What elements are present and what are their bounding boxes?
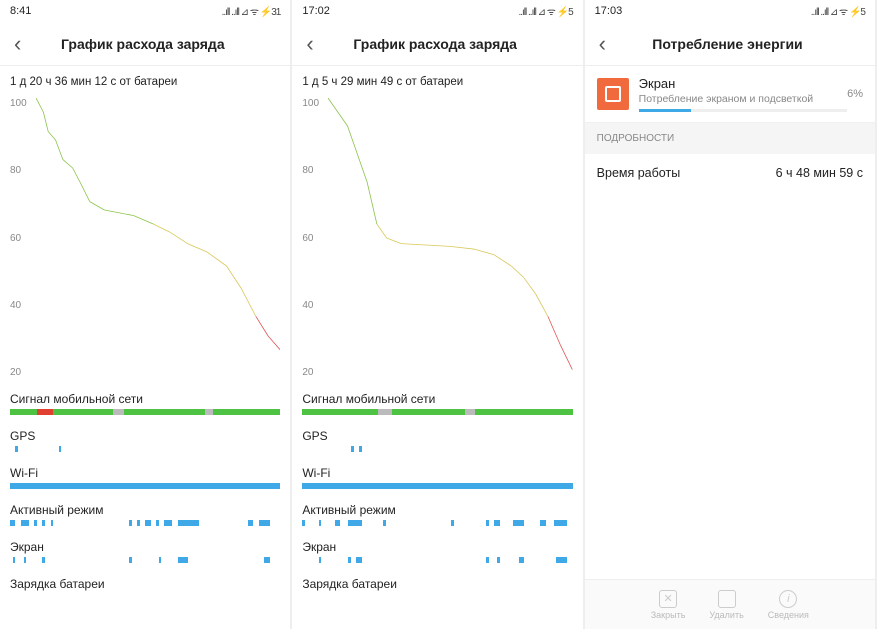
y-axis: 10080604020 xyxy=(302,98,326,378)
status-bar: 17:02 ..ıll ..ıll ⊿ ᯤ ⚡5 xyxy=(292,0,582,22)
label-wifi: Wi-Fi xyxy=(292,460,582,483)
content: 1 д 5 ч 29 мин 49 с от батареи 100806040… xyxy=(292,66,582,629)
bar-gps xyxy=(302,446,572,452)
battery-chart: 10080604020 xyxy=(10,98,280,378)
battery-duration: 1 д 5 ч 29 мин 49 с от батареи xyxy=(292,66,582,98)
label-gps: GPS xyxy=(0,423,290,446)
label-active: Активный режим xyxy=(0,497,290,520)
status-bar: 17:03 ..ıll ..ıll ⊿ ᯤ ⚡5 xyxy=(585,0,875,22)
back-icon[interactable]: ‹ xyxy=(8,31,27,57)
label-screen: Экран xyxy=(292,534,582,557)
battery-graph-screen-2: 17:02 ..ıll ..ıll ⊿ ᯤ ⚡5 ‹ График расход… xyxy=(292,0,584,629)
bar-active xyxy=(302,520,572,526)
bar-screen xyxy=(302,557,572,563)
status-time: 17:03 xyxy=(595,5,623,17)
page-title: График расхода заряда xyxy=(27,36,258,52)
battery-chart: 10080604020 xyxy=(302,98,572,378)
energy-info: Экран Потребление экраном и подсветкой xyxy=(639,76,847,112)
bar-signal xyxy=(302,409,572,415)
energy-pct: 6% xyxy=(847,88,863,100)
battery-duration: 1 д 20 ч 36 мин 12 с от батареи xyxy=(0,66,290,98)
bar-gps xyxy=(10,446,280,452)
energy-name: Экран xyxy=(639,76,847,91)
energy-desc: Потребление экраном и подсветкой xyxy=(639,93,847,105)
status-time: 17:02 xyxy=(302,5,330,17)
energy-item-screen[interactable]: Экран Потребление экраном и подсветкой 6… xyxy=(585,66,875,123)
detail-label: Время работы xyxy=(597,166,681,180)
status-bar: 8:41 ..ıll ..ıll ⊿ ᯤ ⚡31 xyxy=(0,0,290,22)
status-time: 8:41 xyxy=(10,5,31,17)
label-signal: Сигнал мобильной сети xyxy=(292,386,582,409)
energy-consumption-screen: 17:03 ..ıll ..ıll ⊿ ᯤ ⚡5 ‹ Потребление э… xyxy=(585,0,877,629)
bar-wifi xyxy=(10,483,280,489)
battery-graph-screen-1: 8:41 ..ıll ..ıll ⊿ ᯤ ⚡31 ‹ График расход… xyxy=(0,0,292,629)
back-icon[interactable]: ‹ xyxy=(593,31,612,57)
bar-screen xyxy=(10,557,280,563)
content: 1 д 20 ч 36 мин 12 с от батареи 10080604… xyxy=(0,66,290,629)
chart-plot xyxy=(328,98,572,378)
status-icons: ..ıll ..ıll ⊿ ᯤ ⚡5 xyxy=(811,4,865,18)
detail-value: 6 ч 48 мин 59 с xyxy=(776,166,863,180)
header: ‹ Потребление энергии xyxy=(585,22,875,66)
label-gps: GPS xyxy=(292,423,582,446)
label-charging: Зарядка батареи xyxy=(0,571,290,594)
info-button[interactable]: Сведения xyxy=(768,590,809,620)
content: Экран Потребление экраном и подсветкой 6… xyxy=(585,66,875,629)
y-axis: 10080604020 xyxy=(10,98,34,378)
close-button[interactable]: Закрыть xyxy=(651,590,686,620)
bar-active xyxy=(10,520,280,526)
back-icon[interactable]: ‹ xyxy=(300,31,319,57)
bar-signal xyxy=(10,409,280,415)
label-screen: Экран xyxy=(0,534,290,557)
energy-bar-fill xyxy=(639,109,691,112)
label-charging: Зарядка батареи xyxy=(292,571,582,594)
label-wifi: Wi-Fi xyxy=(0,460,290,483)
close-icon xyxy=(659,590,677,608)
bottom-bar: Закрыть Удалить Сведения xyxy=(585,579,875,629)
info-icon xyxy=(779,590,797,608)
bar-wifi xyxy=(302,483,572,489)
delete-button[interactable]: Удалить xyxy=(709,590,743,620)
page-title: График расхода заряда xyxy=(320,36,551,52)
label-signal: Сигнал мобильной сети xyxy=(0,386,290,409)
trash-icon xyxy=(718,590,736,608)
status-icons: ..ıll ..ıll ⊿ ᯤ ⚡31 xyxy=(222,4,281,18)
label-active: Активный режим xyxy=(292,497,582,520)
energy-bar xyxy=(639,109,847,112)
chart-plot xyxy=(36,98,280,378)
header: ‹ График расхода заряда xyxy=(292,22,582,66)
header: ‹ График расхода заряда xyxy=(0,22,290,66)
details-header: ПОДРОБНОСТИ xyxy=(585,123,875,154)
detail-row-runtime: Время работы 6 ч 48 мин 59 с xyxy=(585,154,875,192)
page-title: Потребление энергии xyxy=(612,36,843,52)
screen-icon xyxy=(597,78,629,110)
status-icons: ..ıll ..ıll ⊿ ᯤ ⚡5 xyxy=(518,4,572,18)
